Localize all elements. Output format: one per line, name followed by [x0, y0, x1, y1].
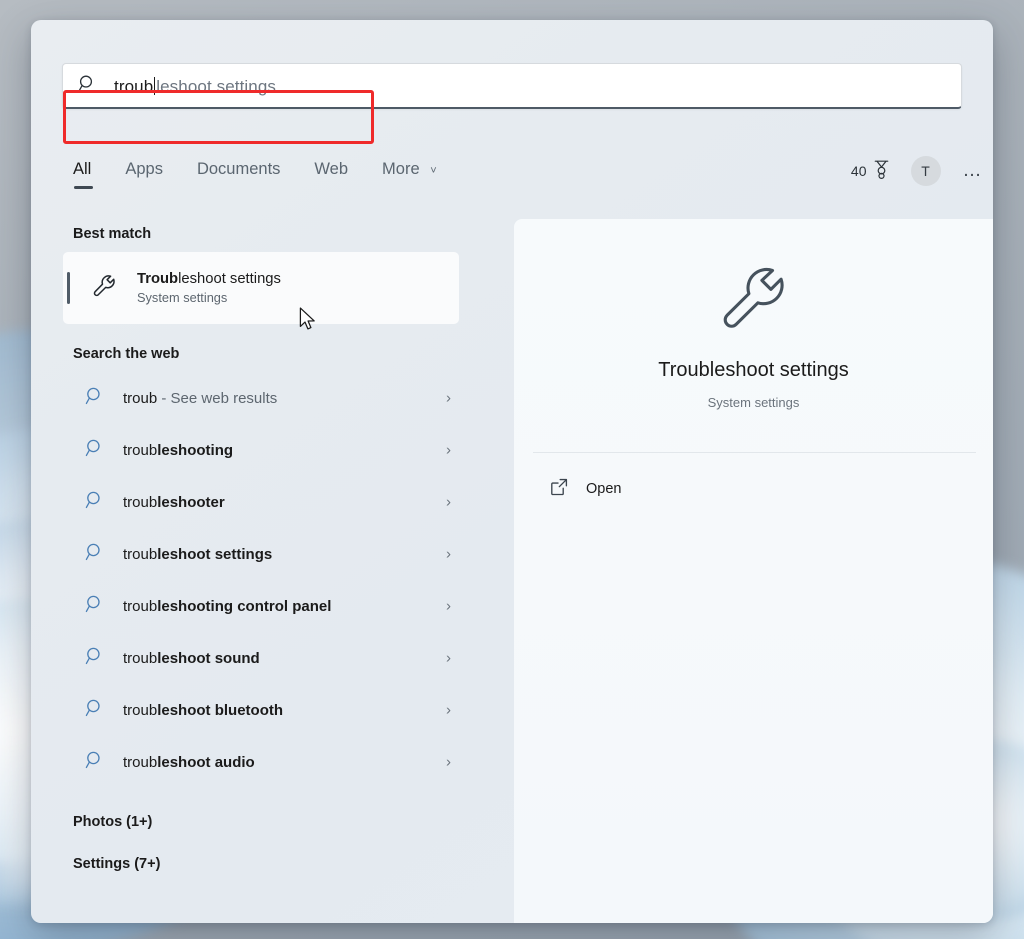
search-icon	[85, 386, 105, 411]
preview-title: Troubleshoot settings	[658, 359, 849, 381]
best-match-heading: Best match	[73, 226, 152, 242]
best-match-title-bold: Troub	[137, 271, 179, 287]
preview-subtitle: System settings	[707, 395, 800, 410]
web-suggestion-item[interactable]: troubleshooter ›	[63, 476, 461, 528]
web-suggestion-item[interactable]: troubleshoot sound ›	[63, 632, 461, 684]
suggestion-bold: leshoot settings	[157, 545, 273, 563]
tab-web[interactable]: Web	[314, 160, 348, 183]
search-icon	[78, 74, 97, 98]
suggestion-bold: leshooting	[157, 441, 234, 459]
windows-search-panel: troub leshoot settings All Apps Document…	[31, 20, 993, 923]
web-suggestion-label: troubleshoot bluetooth	[123, 702, 283, 719]
rewards-medal-icon	[874, 160, 889, 182]
search-query-typed: troub	[114, 77, 154, 96]
tab-apps-label: Apps	[125, 159, 163, 178]
tab-all-label: All	[73, 159, 92, 178]
chevron-right-icon: ›	[446, 545, 451, 563]
filter-tabs: All Apps Documents Web More ˅ 40 T …	[73, 143, 983, 199]
divider	[533, 452, 976, 453]
search-icon	[85, 594, 105, 619]
web-suggestion-item[interactable]: troubleshoot audio ›	[63, 736, 461, 788]
web-suggestion-label: troub - See web results	[123, 390, 277, 407]
web-suggestion-item[interactable]: troubleshoot settings ›	[63, 528, 461, 580]
text-cursor	[154, 77, 156, 95]
chevron-right-icon: ›	[446, 649, 451, 667]
search-query-text: troub leshoot settings	[114, 74, 276, 97]
suggestion-bold: leshoot bluetooth	[157, 701, 284, 719]
web-suggestion-label: troubleshooter	[123, 494, 225, 511]
suggestion-bold: leshoot audio	[157, 753, 255, 771]
web-suggestion-item[interactable]: troub - See web results ›	[63, 372, 461, 424]
chevron-right-icon: ›	[446, 493, 451, 511]
search-icon	[85, 750, 105, 775]
results-list: Best match Troubleshoot settings System …	[31, 210, 483, 923]
suggestion-prefix: troub	[123, 441, 158, 459]
chevron-right-icon: ›	[446, 441, 451, 459]
tab-web-label: Web	[314, 159, 349, 178]
search-input[interactable]: troub leshoot settings	[62, 63, 962, 109]
search-icon	[85, 542, 105, 567]
rewards-count: 40	[850, 163, 867, 179]
suggestion-prefix: troub	[123, 493, 158, 511]
selection-accent-bar	[67, 272, 70, 304]
tab-more-label: More	[382, 159, 420, 178]
suggestion-bold: leshooting control panel	[157, 597, 332, 615]
tab-documents[interactable]: Documents	[197, 160, 280, 183]
suggestion-prefix: troub	[123, 701, 158, 719]
best-match-item[interactable]: Troubleshoot settings System settings	[63, 252, 459, 324]
tab-apps[interactable]: Apps	[125, 160, 163, 183]
tab-all[interactable]: All	[73, 159, 94, 189]
chevron-right-icon: ›	[446, 701, 451, 719]
avatar-initial: T	[921, 163, 930, 179]
suggestion-prefix: troub	[123, 389, 158, 407]
best-match-text: Troubleshoot settings System settings	[137, 271, 281, 305]
best-match-title-rest: leshoot settings	[178, 271, 281, 287]
chevron-right-icon: ›	[446, 389, 451, 407]
collapsed-sections: Photos (1+) Settings (7+)	[73, 814, 483, 872]
preview-pane: Troubleshoot settings System settings Op…	[514, 219, 993, 923]
search-icon	[85, 490, 105, 515]
suggestion-bold: leshoot sound	[157, 649, 260, 667]
ellipsis-icon[interactable]: …	[963, 161, 984, 180]
web-suggestion-label: troubleshooting control panel	[123, 598, 331, 615]
search-icon	[85, 646, 105, 671]
tab-more[interactable]: More ˅	[382, 160, 437, 183]
tab-documents-label: Documents	[196, 159, 281, 178]
suggestion-prefix: troub	[123, 649, 158, 667]
wrench-icon	[514, 257, 993, 341]
web-suggestion-label: troubleshoot sound	[123, 650, 260, 667]
search-query-suggestion: leshoot settings	[156, 77, 276, 96]
search-box-container: troub leshoot settings	[62, 63, 962, 109]
photos-heading[interactable]: Photos (1+)	[73, 814, 483, 830]
web-suggestion-label: troubleshooting	[123, 442, 233, 459]
chevron-right-icon: ›	[446, 597, 451, 615]
best-match-title: Troubleshoot settings	[137, 271, 281, 287]
chevron-down-icon: ˅	[430, 164, 437, 177]
suggestion-prefix: troub	[123, 597, 158, 615]
suggestion-suffix: - See web results	[157, 389, 278, 407]
external-link-icon	[550, 478, 568, 501]
open-button[interactable]: Open	[536, 469, 974, 509]
search-icon	[85, 698, 105, 723]
search-icon	[85, 438, 105, 463]
suggestion-bold: leshooter	[157, 493, 225, 511]
settings-heading[interactable]: Settings (7+)	[73, 856, 483, 872]
mouse-cursor	[299, 307, 317, 338]
web-suggestion-item[interactable]: troubleshooting control panel ›	[63, 580, 461, 632]
web-suggestion-label: troubleshoot audio	[123, 754, 255, 771]
open-label: Open	[586, 481, 622, 497]
avatar[interactable]: T	[910, 156, 941, 186]
suggestion-prefix: troub	[123, 545, 158, 563]
best-match-subtitle: System settings	[137, 290, 228, 305]
rewards-indicator[interactable]: 40	[851, 160, 889, 182]
web-suggestion-item[interactable]: troubleshooting ›	[63, 424, 461, 476]
suggestion-prefix: troub	[123, 753, 158, 771]
web-suggestion-item[interactable]: troubleshoot bluetooth ›	[63, 684, 461, 736]
chevron-right-icon: ›	[446, 753, 451, 771]
search-the-web-heading: Search the web	[73, 346, 180, 362]
wrench-icon	[89, 271, 119, 306]
web-suggestion-label: troubleshoot settings	[123, 546, 272, 563]
